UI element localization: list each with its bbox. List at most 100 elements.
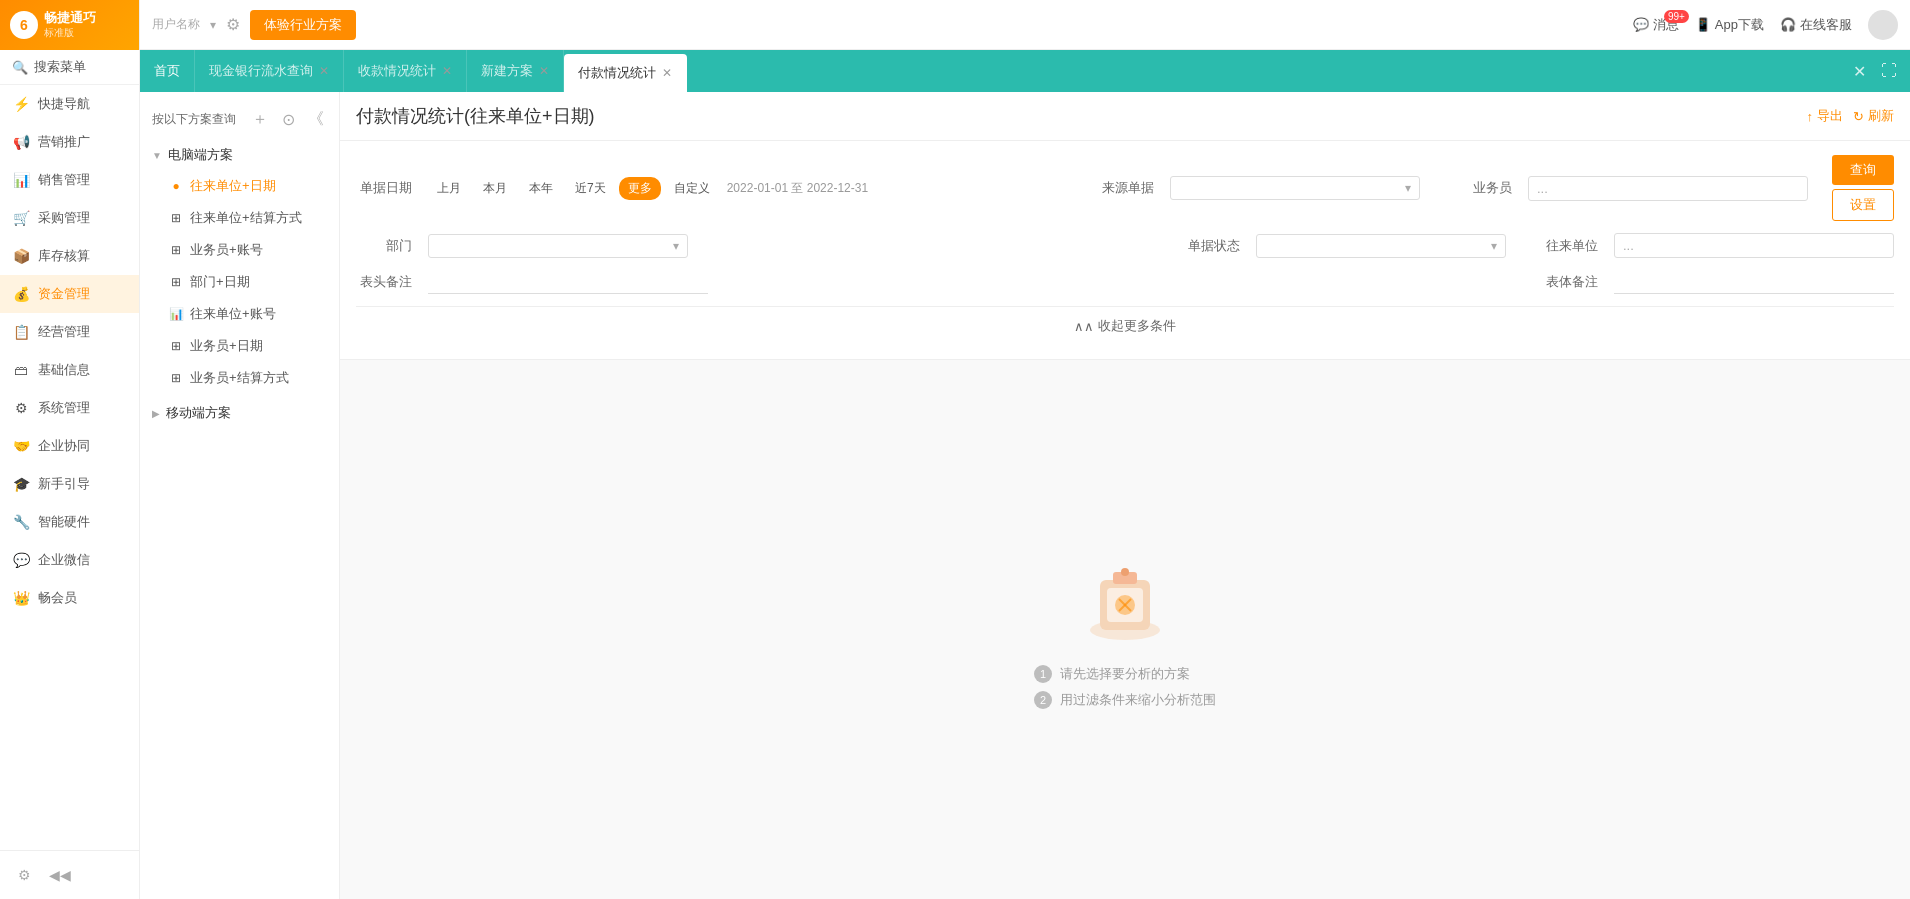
- collapse-sidebar-btn[interactable]: ◀◀: [46, 861, 74, 889]
- refresh-btn[interactable]: ↻ 刷新: [1853, 107, 1894, 125]
- schema-item-unit-settle[interactable]: ⊞ 往来单位+结算方式: [140, 202, 339, 234]
- main-content: 用户名称 ▾ ⚙ 体验行业方案 💬 消息 99+ 📱 App下载 🎧 在线客服 …: [140, 0, 1910, 899]
- tab-bank-flow[interactable]: 现金银行流水查询 ✕: [195, 50, 344, 92]
- sidebar-item-operation[interactable]: 📋 经营管理: [0, 313, 139, 351]
- schema-settings-icon[interactable]: ⊙: [277, 108, 299, 130]
- marketing-icon: 📢: [12, 133, 30, 151]
- sidebar-item-membership[interactable]: 👑 畅会员: [0, 579, 139, 617]
- empty-tip-2: 2 用过滤条件来缩小分析范围: [1034, 691, 1216, 709]
- purchase-icon: 🛒: [12, 209, 30, 227]
- mobile-schema-group: ▶ 移动端方案: [140, 398, 339, 428]
- date-options: 上月 本月 本年 近7天 更多 自定义 2022-01-01 至 2022-12…: [428, 177, 868, 200]
- sidebar-item-enterprise[interactable]: 🤝 企业协同: [0, 427, 139, 465]
- expand-tabs-icon[interactable]: ⛶: [1876, 58, 1902, 84]
- sidebar-item-finance[interactable]: 💰 资金管理: [0, 275, 139, 313]
- pc-schema-group-label[interactable]: ▼ 电脑端方案: [140, 140, 339, 170]
- date-option-custom[interactable]: 自定义: [665, 177, 719, 200]
- export-btn[interactable]: ↑ 导出: [1807, 107, 1844, 125]
- receipt-stat-close-icon[interactable]: ✕: [442, 64, 452, 78]
- sidebar: 6 畅捷通巧 标准版 🔍 搜索菜单 ⚡ 快捷导航 📢 营销推广 📊 销售管理 🛒…: [0, 0, 140, 899]
- tip-num-1: 1: [1034, 665, 1052, 683]
- add-schema-btn[interactable]: ＋: [249, 108, 271, 130]
- app-info: 畅捷通巧 标准版: [44, 10, 96, 40]
- payment-stat-close-icon[interactable]: ✕: [662, 66, 672, 80]
- schema-item-staff-date[interactable]: ⊞ 业务员+日期: [140, 330, 339, 362]
- page-content: 按以下方案查询 ＋ ⊙ 《 ▼ 电脑端方案 ● 往来单位+日期 ⊞: [140, 92, 1910, 899]
- left-panel-title: 按以下方案查询: [152, 111, 236, 128]
- dept-select[interactable]: ▾: [428, 234, 688, 258]
- topbar-gear-icon[interactable]: ⚙: [226, 15, 240, 34]
- counterpart-input[interactable]: ...: [1614, 233, 1894, 258]
- collapse-more-btn[interactable]: ∧∧ 收起更多条件: [356, 306, 1894, 345]
- sidebar-item-purchase[interactable]: 🛒 采购管理: [0, 199, 139, 237]
- sidebar-item-hardware[interactable]: 🔧 智能硬件: [0, 503, 139, 541]
- collapse-more-label: 收起更多条件: [1098, 317, 1176, 335]
- topbar-app-btn[interactable]: 📱 App下载: [1695, 16, 1764, 34]
- collapse-left-panel-btn[interactable]: 《: [305, 108, 327, 130]
- doc-status-select[interactable]: ▾: [1256, 234, 1506, 258]
- body-note-input[interactable]: [1614, 270, 1894, 294]
- date-option-last-7-days[interactable]: 近7天: [566, 177, 615, 200]
- query-btn[interactable]: 查询: [1832, 155, 1894, 185]
- header-note-input[interactable]: [428, 270, 708, 294]
- sidebar-item-basic-info[interactable]: 🗃 基础信息: [0, 351, 139, 389]
- new-plan-close-icon[interactable]: ✕: [539, 64, 549, 78]
- schema-item-unit-account[interactable]: 📊 往来单位+账号: [140, 298, 339, 330]
- staff-date-icon: ⊞: [168, 338, 184, 354]
- sidebar-item-marketing[interactable]: 📢 营销推广: [0, 123, 139, 161]
- settings-footer-btn[interactable]: ⚙: [10, 861, 38, 889]
- sidebar-item-quick-nav[interactable]: ⚡ 快捷导航: [0, 85, 139, 123]
- staff-input[interactable]: ...: [1528, 176, 1808, 201]
- date-option-more[interactable]: 更多: [619, 177, 661, 200]
- mobile-schema-group-label[interactable]: ▶ 移动端方案: [140, 398, 339, 428]
- sidebar-item-newbie[interactable]: 🎓 新手引导: [0, 465, 139, 503]
- topbar-right: 💬 消息 99+ 📱 App下载 🎧 在线客服: [1633, 10, 1898, 40]
- tab-home[interactable]: 首页: [140, 50, 195, 92]
- date-option-last-month[interactable]: 上月: [428, 177, 470, 200]
- sidebar-item-inventory[interactable]: 📦 库存核算: [0, 237, 139, 275]
- page-header: 付款情况统计(往来单位+日期) ↑ 导出 ↻ 刷新: [340, 92, 1910, 141]
- filter-area: 单据日期 上月 本月 本年 近7天 更多 自定义 2022-01-01 至 20…: [340, 141, 1910, 360]
- sidebar-item-label: 基础信息: [38, 361, 90, 379]
- tab-receipt-stat[interactable]: 收款情况统计 ✕: [344, 50, 467, 92]
- user-avatar[interactable]: [1868, 10, 1898, 40]
- topbar-dropdown-arrow[interactable]: ▾: [210, 18, 216, 32]
- sidebar-item-wechat[interactable]: 💬 企业微信: [0, 541, 139, 579]
- close-tab-icon[interactable]: ✕: [1846, 58, 1872, 84]
- sidebar-footer: ⚙ ◀◀: [0, 850, 139, 899]
- schema-item-label: 往来单位+日期: [190, 177, 276, 195]
- membership-icon: 👑: [12, 589, 30, 607]
- sidebar-item-system[interactable]: ⚙ 系统管理: [0, 389, 139, 427]
- basic-info-icon: 🗃: [12, 361, 30, 379]
- right-panel: 付款情况统计(往来单位+日期) ↑ 导出 ↻ 刷新 单据日期: [340, 92, 1910, 899]
- schema-item-dept-date[interactable]: ⊞ 部门+日期: [140, 266, 339, 298]
- refresh-icon: ↻: [1853, 109, 1864, 124]
- topbar-service-btn[interactable]: 🎧 在线客服: [1780, 16, 1852, 34]
- sidebar-item-sales[interactable]: 📊 销售管理: [0, 161, 139, 199]
- source-label: 来源单据: [1098, 179, 1154, 197]
- date-option-this-year[interactable]: 本年: [520, 177, 562, 200]
- receipt-stat-tab-label: 收款情况统计: [358, 62, 436, 80]
- schema-item-staff-account[interactable]: ⊞ 业务员+账号: [140, 234, 339, 266]
- trial-btn[interactable]: 体验行业方案: [250, 10, 356, 40]
- staff-account-icon: ⊞: [168, 242, 184, 258]
- tab-payment-stat[interactable]: 付款情况统计 ✕: [564, 54, 687, 92]
- sidebar-item-label: 企业微信: [38, 551, 90, 569]
- date-option-this-month[interactable]: 本月: [474, 177, 516, 200]
- header-note-label: 表头备注: [356, 273, 412, 291]
- export-label: 导出: [1817, 107, 1843, 125]
- quick-nav-icon: ⚡: [12, 95, 30, 113]
- tab-new-plan[interactable]: 新建方案 ✕: [467, 50, 564, 92]
- empty-tip-1: 1 请先选择要分析的方案: [1034, 665, 1216, 683]
- search-menu-item[interactable]: 🔍 搜索菜单: [0, 50, 139, 85]
- setting-btn[interactable]: 设置: [1832, 189, 1894, 221]
- finance-icon: 💰: [12, 285, 30, 303]
- left-panel-header: 按以下方案查询 ＋ ⊙ 《: [140, 102, 339, 136]
- topbar-msg-btn[interactable]: 💬 消息 99+: [1633, 16, 1679, 34]
- tabbar: 首页 现金银行流水查询 ✕ 收款情况统计 ✕ 新建方案 ✕ 付款情况统计 ✕ ✕…: [140, 50, 1910, 92]
- source-select[interactable]: ▾: [1170, 176, 1420, 200]
- schema-item-unit-date[interactable]: ● 往来单位+日期: [140, 170, 339, 202]
- bank-flow-close-icon[interactable]: ✕: [319, 64, 329, 78]
- schema-item-staff-settle[interactable]: ⊞ 业务员+结算方式: [140, 362, 339, 394]
- sidebar-item-label: 快捷导航: [38, 95, 90, 113]
